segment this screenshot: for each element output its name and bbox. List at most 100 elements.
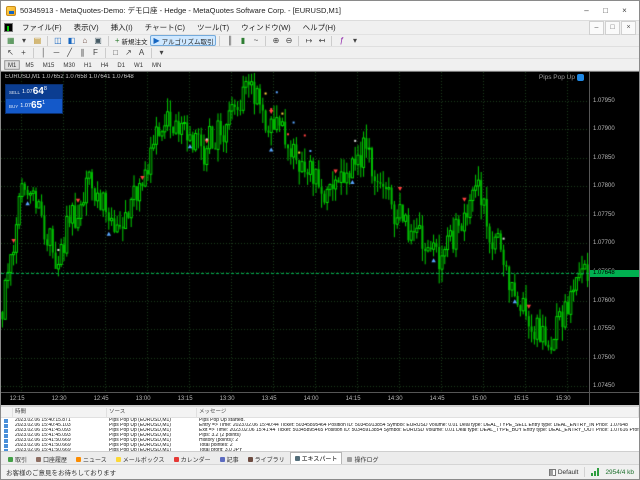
toolbox-toggle[interactable]: ▣	[91, 35, 105, 46]
traffic-counter: 2954/4 kb	[605, 468, 634, 476]
status-bar: お客様のご意見をお待ちしております Default 2954/4 kb	[1, 464, 639, 479]
timeframe-h4[interactable]: H4	[97, 60, 113, 70]
ea-name-badge[interactable]: Pips Pop Up	[539, 74, 584, 81]
title-bar: 50345913 - MetaQuotes-Demo: デモ口座 - Hedge…	[1, 1, 639, 21]
menu-item-3[interactable]: チャート(C)	[139, 21, 191, 34]
log-table-body: 2023.02.06 15:40:15.871 Pips Pop Up (EURU…	[1, 418, 639, 451]
time-tick-10: 14:45	[429, 396, 445, 402]
log-column-header-2[interactable]: メッセージ	[197, 407, 639, 417]
price-tick-3: 1.07800	[593, 183, 615, 190]
toolbox-tab-記事[interactable]: 記事	[216, 454, 243, 464]
timeframe-m5[interactable]: M5	[21, 60, 37, 70]
price-tick-0: 1.07950	[593, 97, 615, 104]
timeframe-w1[interactable]: W1	[130, 60, 147, 70]
toolbox-tab-取引[interactable]: 取引	[4, 454, 31, 464]
price-axis[interactable]: 1.07950 1.07900 1.07850 1.07800 1.07750 1.077…	[589, 72, 639, 392]
menu-item-6[interactable]: ヘルプ(H)	[297, 21, 342, 34]
new-chart[interactable]: ▦	[4, 35, 18, 46]
new-chart-dropdown[interactable]: ▾	[18, 35, 31, 46]
arrows-icon: ↗	[125, 47, 132, 57]
status-message: お客様のご意見をお待ちしております	[6, 470, 117, 477]
timeframe-h1[interactable]: H1	[80, 60, 96, 70]
vertical-line[interactable]: │	[37, 47, 50, 58]
zoom-out[interactable]: ⊖	[282, 35, 295, 46]
crosshair-icon: +	[21, 47, 26, 57]
navigator-toggle[interactable]: ⌂	[78, 35, 91, 46]
line-chart-mode[interactable]: ~	[249, 35, 262, 46]
axis-corner	[589, 392, 639, 405]
profile-icon	[548, 468, 556, 476]
toolbox-tab-操作ログ[interactable]: 操作ログ	[343, 454, 382, 464]
market-watch-toggle[interactable]: ◫	[51, 35, 65, 46]
fibonacci-retracement[interactable]: F	[89, 47, 102, 58]
toolbox-tab-口座履歴[interactable]: 口座履歴	[32, 454, 71, 464]
candle-chart-mode[interactable]: ▮	[236, 35, 249, 46]
arrows[interactable]: ↗	[122, 47, 135, 58]
data-window-toggle[interactable]: ◧	[65, 35, 79, 46]
toolbox-tab-ニュース[interactable]: ニュース	[72, 454, 111, 464]
toolbox-tab-メールボックス[interactable]: メールボックス	[112, 454, 169, 464]
timeframe-m15[interactable]: M15	[39, 60, 59, 70]
log-column-header-0[interactable]: 時間	[13, 407, 107, 417]
text-label[interactable]: A	[135, 47, 148, 58]
toolbox-tab-ライブラリ[interactable]: ライブラリ	[244, 454, 289, 464]
log-entry-icon	[4, 433, 8, 438]
time-axis[interactable]: 12:15 12:30 12:45 13:00 13:15 13:30 13:45 14:00…	[1, 392, 589, 405]
standard-toolbar: ▦ ▾ ▤ ◫ ◧ ⌂ ▣ + 新規注文 ▶ アルゴリズム取引 ║ ▮ ~ ⊕ ⊖ ↦ ↤ ƒ ▾	[1, 35, 639, 47]
menu-item-1[interactable]: 表示(V)	[68, 21, 105, 34]
bar-chart-mode[interactable]: ║	[223, 35, 236, 46]
menu-item-2[interactable]: 挿入(I)	[105, 21, 139, 34]
window-minimize-button[interactable]: –	[577, 2, 596, 20]
objects-dropdown-icon: ▾	[159, 47, 164, 57]
tab-icon	[8, 456, 13, 462]
chart-shift-icon: ↤	[318, 35, 326, 45]
time-tick-13: 15:30	[555, 396, 571, 402]
indicators-dropdown[interactable]: ▾	[348, 35, 361, 46]
algo-trading-button[interactable]: ▶ アルゴリズム取引	[150, 35, 217, 46]
chart-canvas[interactable]	[1, 72, 589, 392]
trend-line[interactable]: ╱	[63, 47, 76, 58]
toolbox-tab-カレンダー[interactable]: カレンダー	[170, 454, 215, 464]
indicators[interactable]: ƒ	[335, 35, 348, 46]
time-tick-5: 13:30	[219, 396, 235, 402]
chart-restore-button[interactable]: □	[605, 20, 620, 35]
tab-label: 取引	[15, 457, 28, 464]
equidistant-channel[interactable]: ∥	[76, 47, 89, 58]
objects-dropdown[interactable]: ▾	[155, 47, 168, 58]
zoom-in[interactable]: ⊕	[269, 35, 282, 46]
app-icon	[6, 5, 16, 16]
sell-button[interactable]: SELL 1.07 64 8	[6, 85, 62, 99]
timeframe-m1[interactable]: M1	[4, 59, 21, 70]
window-maximize-button[interactable]: □	[596, 2, 615, 20]
time-tick-7: 14:00	[303, 396, 319, 402]
chart-minimize-button[interactable]: –	[589, 20, 604, 35]
tab-icon	[347, 456, 353, 462]
buy-button[interactable]: BUY 1.07 65 1	[6, 99, 62, 113]
crosshair[interactable]: +	[17, 47, 30, 58]
menu-bar: ファイル(F) 表示(V) 挿入(I) チャート(C) ツール(T) ウィンドウ(W) ヘル…	[1, 20, 639, 35]
log-column-header-1[interactable]: ソース	[107, 407, 197, 417]
timeframe-d1[interactable]: D1	[113, 60, 129, 70]
window-close-button[interactable]: ×	[615, 2, 634, 20]
sell-price-sup: 8	[43, 86, 47, 92]
menu-item-5[interactable]: ウィンドウ(W)	[235, 21, 297, 34]
horizontal-line[interactable]: ─	[50, 47, 63, 58]
price-tick-4: 1.07750	[593, 211, 615, 218]
line-chart-mode-icon: ~	[253, 35, 259, 45]
new-order-button[interactable]: + 新規注文	[112, 35, 151, 46]
menu-item-4[interactable]: ツール(T)	[191, 21, 235, 34]
menu-item-0[interactable]: ファイル(F)	[16, 21, 68, 34]
timeframe-m30[interactable]: M30	[59, 60, 79, 70]
toolbox-tab-エキスパート[interactable]: エキスパート	[289, 452, 343, 464]
chart-close-button[interactable]: ×	[621, 20, 636, 35]
auto-scroll[interactable]: ↦	[302, 35, 315, 46]
timeframe-mn[interactable]: MN	[148, 60, 165, 70]
profile-selector[interactable]: Default	[548, 468, 578, 476]
tab-label: 操作ログ	[354, 457, 379, 464]
profiles[interactable]: ▤	[31, 35, 45, 46]
shapes[interactable]: □	[109, 47, 122, 58]
price-tick-5: 1.07700	[593, 240, 615, 247]
cursor[interactable]: ↖	[4, 47, 17, 58]
chart-shift[interactable]: ↤	[315, 35, 328, 46]
status-separator	[584, 467, 586, 477]
